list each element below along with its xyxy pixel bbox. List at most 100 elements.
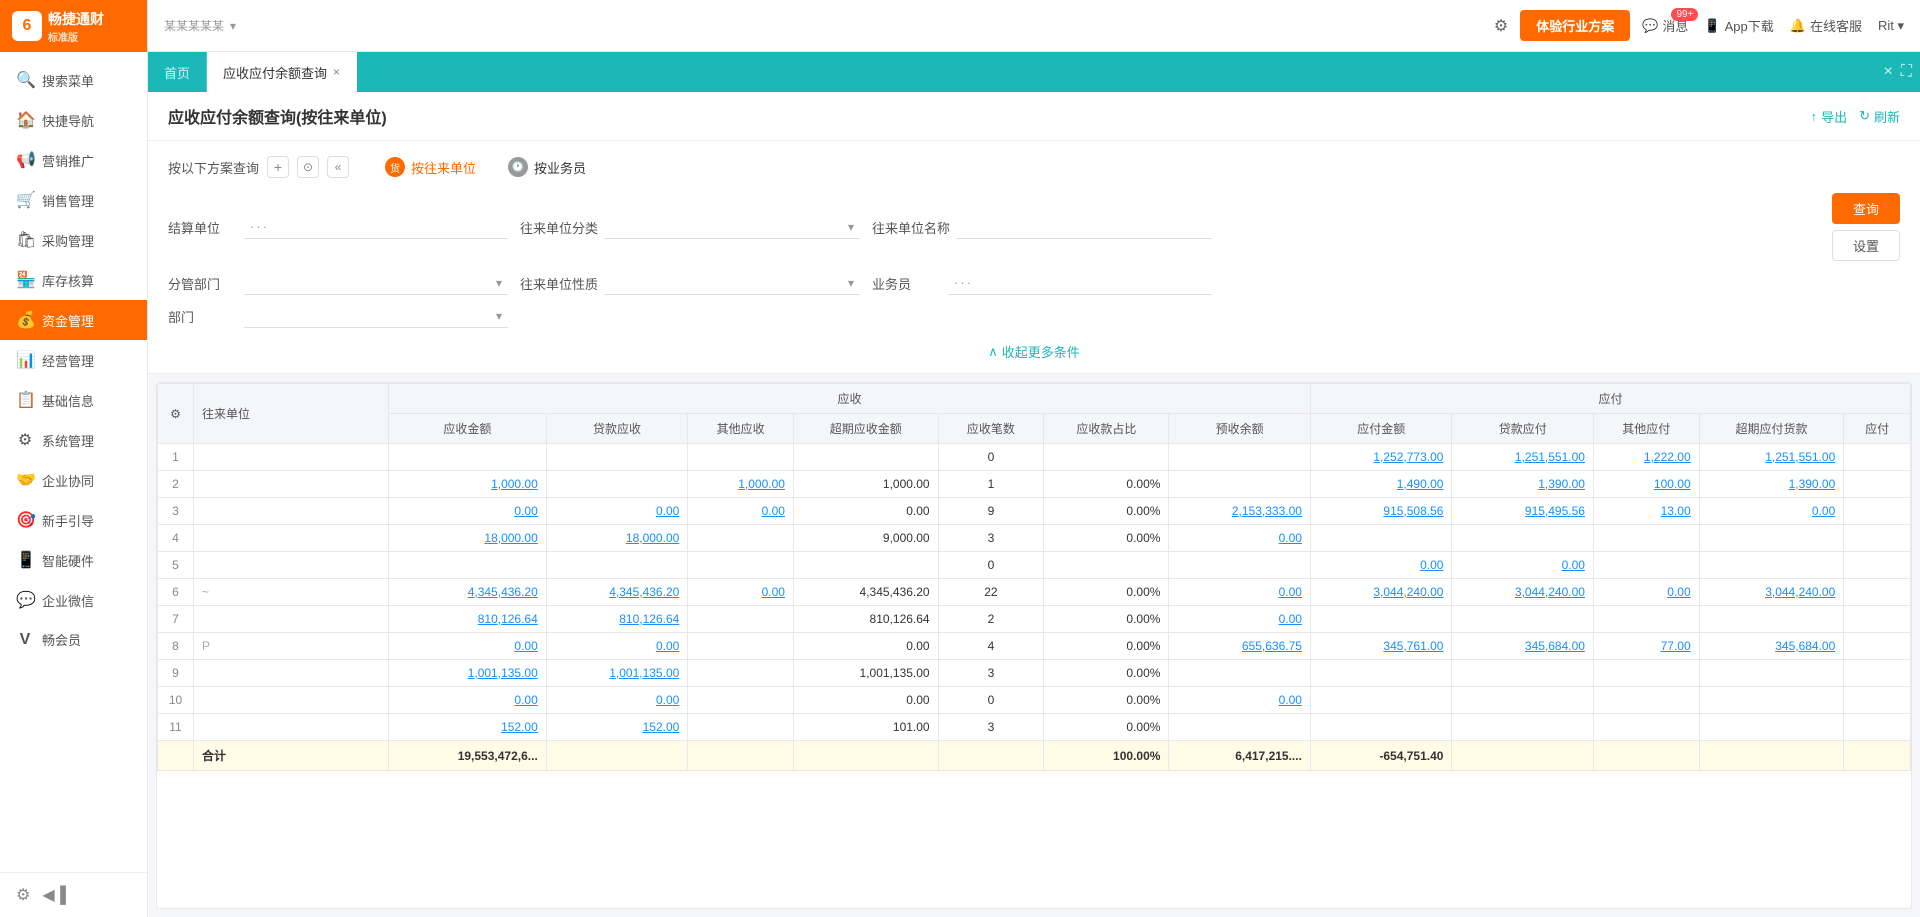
filter-collapse-more[interactable]: ∧ 收起更多条件 xyxy=(168,342,1900,361)
filter-field-unit-category: 往来单位分类 ▾ xyxy=(520,216,860,239)
topbar-app-btn[interactable]: 📱 App下载 xyxy=(1704,16,1773,35)
data-cell-link[interactable]: 1,222.00 xyxy=(1644,450,1691,464)
sidebar-item-search-menu[interactable]: 🔍 搜索菜单 xyxy=(0,60,147,100)
data-cell-link[interactable]: 4,345,436.20 xyxy=(468,585,538,599)
data-cell-link[interactable]: 0.00 xyxy=(1279,531,1302,545)
topbar-user[interactable]: Rit ▾ xyxy=(1878,18,1904,34)
data-cell-link[interactable]: 0.00 xyxy=(1279,693,1302,707)
row-no: 2 xyxy=(158,471,194,498)
data-cell-link[interactable]: 1,252,773.00 xyxy=(1373,450,1443,464)
data-cell-link[interactable]: 3,044,240.00 xyxy=(1515,585,1585,599)
sidebar-item-marketing[interactable]: 📢 营销推广 xyxy=(0,140,147,180)
data-cell-link[interactable]: 0.00 xyxy=(656,504,679,518)
tab-home[interactable]: 首页 xyxy=(148,52,207,92)
sidebar-item-finance[interactable]: 💰 资金管理 xyxy=(0,300,147,340)
topbar-message-btn[interactable]: 💬 消息 99+ xyxy=(1642,16,1688,35)
data-cell-link[interactable]: 1,390.00 xyxy=(1789,477,1836,491)
data-cell-link[interactable]: 0.00 xyxy=(1279,585,1302,599)
filter-option-by-staff[interactable]: 🕐 按业务员 xyxy=(500,153,594,181)
sidebar-item-wechat[interactable]: 💬 企业微信 xyxy=(0,580,147,620)
data-cell-link[interactable]: 100.00 xyxy=(1654,477,1691,491)
data-cell-link[interactable]: 3,044,240.00 xyxy=(1373,585,1443,599)
sidebar-item-basic-info[interactable]: 📋 基础信息 xyxy=(0,380,147,420)
filter-add-button[interactable]: + xyxy=(267,156,289,178)
refresh-button[interactable]: ↻ 刷新 xyxy=(1859,107,1900,126)
data-cell-link[interactable]: 3,044,240.00 xyxy=(1765,585,1835,599)
data-cell-link[interactable]: 0.00 xyxy=(514,504,537,518)
data-cell-link[interactable]: 345,684.00 xyxy=(1525,639,1585,653)
filter-area: 按以下方案查询 + ⊙ « 货 按往来单位 🕐 按业务员 结算单位 xyxy=(148,141,1920,374)
salesperson-input[interactable]: ··· xyxy=(948,271,1212,295)
operations-icon: 📊 xyxy=(16,350,34,370)
topbar-gear-icon[interactable]: ⚙ xyxy=(1494,16,1508,36)
data-cell-link[interactable]: 915,495.56 xyxy=(1525,504,1585,518)
filter-option-by-unit[interactable]: 货 按往来单位 xyxy=(377,153,484,181)
data-cell-link[interactable]: 77.00 xyxy=(1661,639,1691,653)
data-cell-link[interactable]: 810,126.64 xyxy=(478,612,538,626)
unit-nature-input[interactable]: ▾ xyxy=(604,272,860,295)
data-cell-link[interactable]: 1,000.00 xyxy=(738,477,785,491)
sidebar-settings-btn[interactable]: ⚙ xyxy=(16,885,30,905)
data-cell-link[interactable]: 0.00 xyxy=(762,504,785,518)
data-cell-link[interactable]: 4,345,436.20 xyxy=(609,585,679,599)
data-cell-link[interactable]: 1,251,551.00 xyxy=(1765,450,1835,464)
table-row: 11 152.00 152.00 101.00 3 0.00% xyxy=(158,714,1911,741)
dept-in-charge-input[interactable]: ▾ xyxy=(244,272,508,295)
sidebar-item-purchase[interactable]: 🛍 采购管理 xyxy=(0,220,147,260)
data-cell-link[interactable]: 1,001,135.00 xyxy=(609,666,679,680)
data-cell-link[interactable]: 915,508.56 xyxy=(1383,504,1443,518)
sidebar-item-enterprise[interactable]: 🤝 企业协同 xyxy=(0,460,147,500)
sidebar-item-member[interactable]: V 畅会员 xyxy=(0,620,147,659)
data-cell-link[interactable]: 0.00 xyxy=(1667,585,1690,599)
sidebar-item-system[interactable]: ⚙ 系统管理 xyxy=(0,420,147,460)
data-cell-link[interactable]: 18,000.00 xyxy=(484,531,537,545)
data-cell-link[interactable]: 0.00 xyxy=(1279,612,1302,626)
data-cell-link[interactable]: 655,636.75 xyxy=(1242,639,1302,653)
sidebar-item-inventory[interactable]: 🏪 库存核算 xyxy=(0,260,147,300)
data-cell-link[interactable]: 18,000.00 xyxy=(626,531,679,545)
tab-close-all-icon[interactable]: × xyxy=(1883,63,1892,81)
tab-ar-ap-query[interactable]: 应收应付余额查询 × xyxy=(207,52,357,92)
filter-collapse-button[interactable]: « xyxy=(327,156,349,178)
data-cell-link[interactable]: 1,490.00 xyxy=(1397,477,1444,491)
sidebar-item-guide[interactable]: 🎯 新手引导 xyxy=(0,500,147,540)
data-cell-link[interactable]: 0.00 xyxy=(656,693,679,707)
filter-scheme-button[interactable]: ⊙ xyxy=(297,156,319,178)
data-cell-link[interactable]: 1,251,551.00 xyxy=(1515,450,1585,464)
data-cell-link[interactable]: 345,761.00 xyxy=(1383,639,1443,653)
tab-fullscreen-icon[interactable]: ⛶ xyxy=(1901,63,1912,81)
sidebar-item-sales[interactable]: 🛒 销售管理 xyxy=(0,180,147,220)
data-cell-link[interactable]: 0.00 xyxy=(514,639,537,653)
dept-input[interactable]: ▾ xyxy=(244,305,508,328)
col-settings-header[interactable]: ⚙ xyxy=(158,384,194,444)
data-cell-link[interactable]: 13.00 xyxy=(1661,504,1691,518)
data-cell-link[interactable]: 0.00 xyxy=(514,693,537,707)
unit-category-input[interactable]: ▾ xyxy=(604,216,860,239)
sidebar-collapse-btn[interactable]: ◀▐ xyxy=(42,885,66,905)
data-cell-link[interactable]: 1,390.00 xyxy=(1538,477,1585,491)
sidebar-item-quick-nav[interactable]: 🏠 快捷导航 xyxy=(0,100,147,140)
data-cell-link[interactable]: 2,153,333.00 xyxy=(1232,504,1302,518)
tab-ar-ap-close-icon[interactable]: × xyxy=(333,65,340,79)
data-cell-link[interactable]: 0.00 xyxy=(1812,504,1835,518)
settlement-unit-input[interactable]: ··· xyxy=(244,215,508,239)
data-cell-link[interactable]: 0.00 xyxy=(762,585,785,599)
data-cell-link[interactable]: 1,000.00 xyxy=(491,477,538,491)
data-cell-link[interactable]: 1,001,135.00 xyxy=(468,666,538,680)
data-cell-link[interactable]: 152.00 xyxy=(643,720,680,734)
data-cell-link[interactable]: 0.00 xyxy=(1562,558,1585,572)
data-cell-link[interactable]: 152.00 xyxy=(501,720,538,734)
data-cell-link[interactable]: 0.00 xyxy=(1420,558,1443,572)
query-button[interactable]: 查询 xyxy=(1832,193,1900,224)
data-cell-link[interactable]: 810,126.64 xyxy=(619,612,679,626)
data-cell-link[interactable]: 0.00 xyxy=(656,639,679,653)
setting-button[interactable]: 设置 xyxy=(1832,230,1900,261)
sidebar-item-operations[interactable]: 📊 经营管理 xyxy=(0,340,147,380)
sidebar-item-hardware[interactable]: 📱 智能硬件 xyxy=(0,540,147,580)
data-cell-link[interactable]: 345,684.00 xyxy=(1775,639,1835,653)
topbar-service-btn[interactable]: 🔔 在线客服 xyxy=(1790,16,1862,35)
topbar-cta-button[interactable]: 体验行业方案 xyxy=(1520,10,1630,41)
export-button[interactable]: ↑ 导出 xyxy=(1811,107,1848,126)
topbar-chevron-down-icon[interactable]: ▾ xyxy=(230,19,236,33)
unit-name-input[interactable] xyxy=(956,215,1212,239)
